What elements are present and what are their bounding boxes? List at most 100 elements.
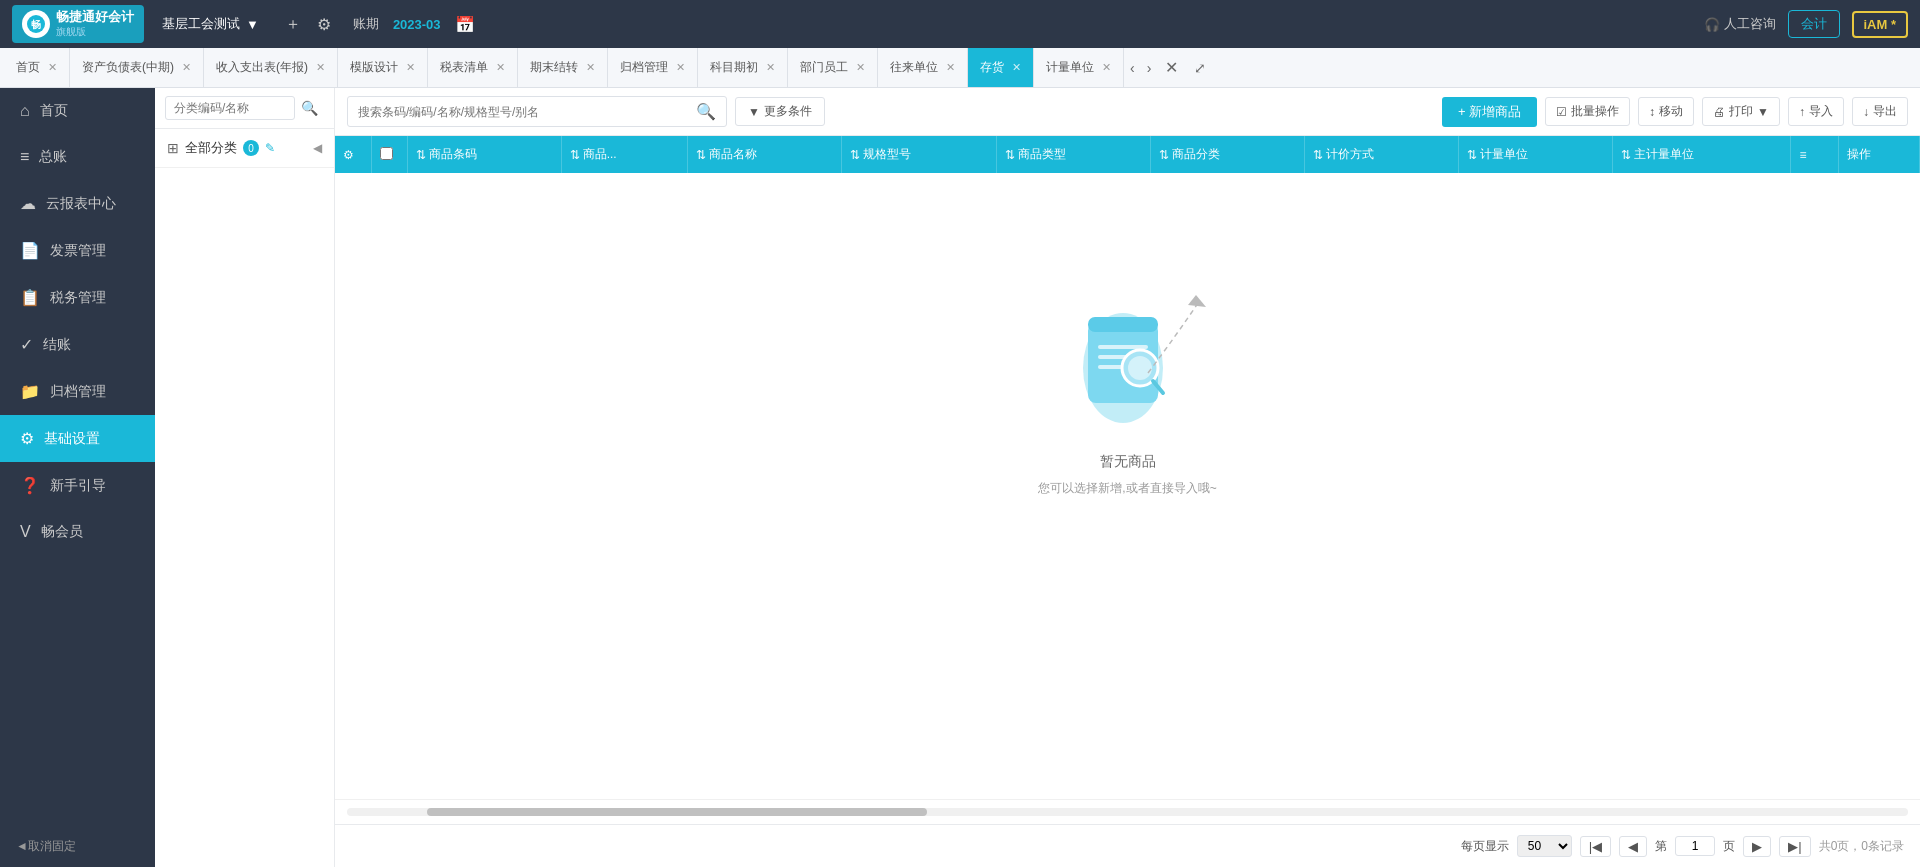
- th-type[interactable]: ⇅ 商品类型: [996, 136, 1150, 173]
- tab-template-label: 模版设计: [350, 59, 398, 76]
- print-button[interactable]: 🖨 打印 ▼: [1702, 97, 1780, 126]
- th-name[interactable]: ⇅ 商品名称: [688, 136, 842, 173]
- add-tab-icon[interactable]: ＋: [281, 10, 305, 39]
- page-next-btn[interactable]: ▶: [1743, 836, 1771, 857]
- headset-icon: 🎧: [1704, 17, 1720, 32]
- settings-icon: ⚙: [20, 429, 34, 448]
- per-page-select[interactable]: 50 100 200: [1517, 835, 1572, 857]
- tab-unit[interactable]: 计量单位 ✕: [1034, 48, 1124, 88]
- batch-button[interactable]: ☑ 批量操作: [1545, 97, 1630, 126]
- collapse-panel-icon[interactable]: ◀: [313, 141, 322, 155]
- period-value[interactable]: 2023-03: [393, 17, 441, 32]
- filter-button[interactable]: ▼ 更多条件: [735, 97, 825, 126]
- sidebar-item-archive[interactable]: 📁 归档管理: [0, 368, 155, 415]
- th-spec[interactable]: ⇅ 规格型号: [842, 136, 996, 173]
- tab-home-close[interactable]: ✕: [48, 61, 57, 74]
- tab-prev-icon[interactable]: ‹: [1124, 60, 1141, 76]
- tab-balance-sheet[interactable]: 资产负债表(中期) ✕: [70, 48, 204, 88]
- tab-subject[interactable]: 科目期初 ✕: [698, 48, 788, 88]
- tab-tax-list[interactable]: 税表清单 ✕: [428, 48, 518, 88]
- category-search-input[interactable]: [165, 96, 295, 120]
- tab-subject-close[interactable]: ✕: [766, 61, 775, 74]
- consult-button[interactable]: 🎧 人工咨询: [1704, 15, 1776, 33]
- th-category[interactable]: ⇅ 商品分类: [1150, 136, 1304, 173]
- th-price-method[interactable]: ⇅ 计价方式: [1305, 136, 1459, 173]
- tab-home[interactable]: 首页 ✕: [4, 48, 70, 88]
- tab-archive-close[interactable]: ✕: [676, 61, 685, 74]
- page-prev-btn[interactable]: ◀: [1619, 836, 1647, 857]
- page-input[interactable]: [1675, 836, 1715, 856]
- search-box-icon[interactable]: 🔍: [696, 102, 716, 121]
- scroll-thumb[interactable]: [427, 808, 927, 816]
- import-icon: ↑: [1799, 105, 1805, 119]
- scroll-area: [335, 799, 1920, 824]
- tab-dept-close[interactable]: ✕: [856, 61, 865, 74]
- tab-close-all-icon[interactable]: ✕: [1157, 58, 1186, 77]
- page-last-btn[interactable]: ▶|: [1779, 836, 1810, 857]
- select-all-checkbox[interactable]: [380, 147, 393, 160]
- tab-balance-close[interactable]: ✕: [182, 61, 191, 74]
- scroll-track[interactable]: [347, 808, 1908, 816]
- tab-contact[interactable]: 往来单位 ✕: [878, 48, 968, 88]
- company-name: 基层工会测试: [162, 15, 240, 33]
- calendar-icon[interactable]: 📅: [455, 15, 475, 34]
- sidebar-item-basic-settings[interactable]: ⚙ 基础设置: [0, 415, 155, 462]
- th-extra[interactable]: ≡: [1791, 136, 1838, 173]
- table-container: ⚙ ⇅ 商品条码 ⇅: [335, 136, 1920, 799]
- tab-period-end-close[interactable]: ✕: [586, 61, 595, 74]
- page-first-btn[interactable]: |◀: [1580, 836, 1611, 857]
- tab-template-close[interactable]: ✕: [406, 61, 415, 74]
- th-checkbox[interactable]: [371, 136, 407, 173]
- add-product-button[interactable]: + 新增商品: [1442, 97, 1537, 127]
- tab-unit-close[interactable]: ✕: [1102, 61, 1111, 74]
- batch-icon: ☑: [1556, 105, 1567, 119]
- sidebar-settlement-label: 结账: [43, 336, 71, 354]
- tab-archive[interactable]: 归档管理 ✕: [608, 48, 698, 88]
- tab-next-icon[interactable]: ›: [1141, 60, 1158, 76]
- sidebar-item-tax[interactable]: 📋 税务管理: [0, 274, 155, 321]
- category-edit-icon[interactable]: ✎: [265, 141, 275, 155]
- top-right: 🎧 人工咨询 会计 iAM *: [1704, 10, 1909, 38]
- tab-template[interactable]: 模版设计 ✕: [338, 48, 428, 88]
- sidebar-item-report[interactable]: ☁ 云报表中心: [0, 180, 155, 227]
- tab-period-end[interactable]: 期末结转 ✕: [518, 48, 608, 88]
- company-selector[interactable]: 基层工会测试 ▼: [154, 11, 267, 37]
- content-area: 🔍 ⊞ 全部分类 0 ✎ ◀ 🔍: [155, 88, 1920, 867]
- account-button[interactable]: 会计: [1788, 10, 1840, 38]
- tab-expand-icon[interactable]: ⤢: [1186, 60, 1214, 76]
- import-button[interactable]: ↑ 导入: [1788, 97, 1844, 126]
- th-barcode[interactable]: ⇅ 商品条码: [407, 136, 561, 173]
- settings-icon[interactable]: ⚙: [313, 11, 335, 38]
- batch-label: 批量操作: [1571, 103, 1619, 120]
- search-input[interactable]: [358, 105, 690, 119]
- move-button[interactable]: ↕ 移动: [1638, 97, 1694, 126]
- logo-text: 畅捷通好会计: [56, 9, 134, 25]
- th-category-label: 商品分类: [1172, 146, 1220, 163]
- sidebar-item-guide[interactable]: ❓ 新手引导: [0, 462, 155, 509]
- th-code[interactable]: ⇅ 商品...: [561, 136, 688, 173]
- sidebar-item-settlement[interactable]: ✓ 结账: [0, 321, 155, 368]
- th-main-unit[interactable]: ⇅ 主计量单位: [1613, 136, 1791, 173]
- cancel-fixed-btn[interactable]: ◄取消固定: [0, 826, 155, 867]
- sidebar-item-member[interactable]: V 畅会员: [0, 509, 155, 555]
- category-search-icon[interactable]: 🔍: [301, 100, 318, 116]
- tab-inventory-close[interactable]: ✕: [1012, 61, 1021, 74]
- sidebar-item-home[interactable]: ⌂ 首页: [0, 88, 155, 134]
- sidebar-item-invoice[interactable]: 📄 发票管理: [0, 227, 155, 274]
- iam-button[interactable]: iAM *: [1852, 11, 1909, 38]
- tab-contact-close[interactable]: ✕: [946, 61, 955, 74]
- th-gear[interactable]: ⚙: [335, 136, 371, 173]
- tab-inventory[interactable]: 存货 ✕: [968, 48, 1034, 88]
- tab-tax-list-close[interactable]: ✕: [496, 61, 505, 74]
- tab-dept[interactable]: 部门员工 ✕: [788, 48, 878, 88]
- export-button[interactable]: ↓ 导出: [1852, 97, 1908, 126]
- sidebar: ⌂ 首页 ≡ 总账 ☁ 云报表中心 📄 发票管理 📋 税务管理 ✓ 结账 📁 归…: [0, 88, 155, 867]
- table-header-row: ⚙ ⇅ 商品条码 ⇅: [335, 136, 1920, 173]
- export-icon: ↓: [1863, 105, 1869, 119]
- tab-income-label: 收入支出表(年报): [216, 59, 308, 76]
- sidebar-item-general-ledger[interactable]: ≡ 总账: [0, 134, 155, 180]
- tab-income-close[interactable]: ✕: [316, 61, 325, 74]
- tab-income[interactable]: 收入支出表(年报) ✕: [204, 48, 338, 88]
- th-unit[interactable]: ⇅ 计量单位: [1459, 136, 1613, 173]
- tab-dept-label: 部门员工: [800, 59, 848, 76]
